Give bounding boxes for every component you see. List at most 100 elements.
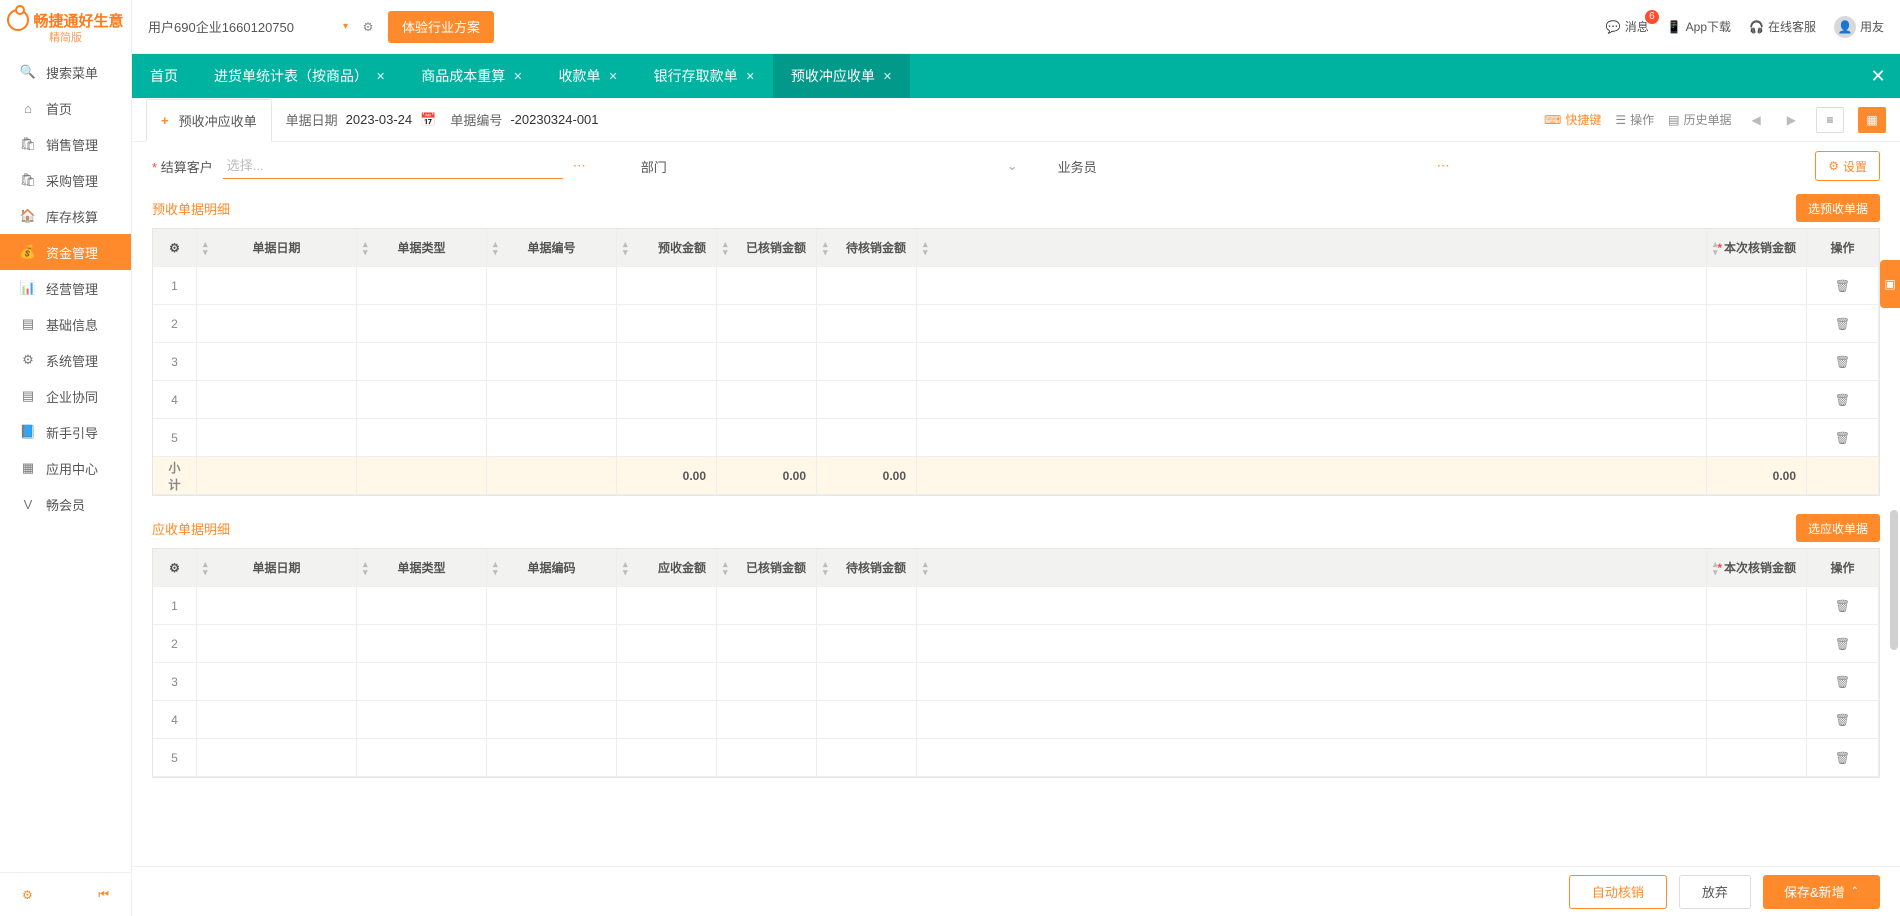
cell[interactable] [357, 739, 487, 777]
cell[interactable] [357, 381, 487, 419]
sidebar-item-1[interactable]: ⌂首页 [0, 90, 131, 126]
col-2[interactable]: ▴▾单据编号 [487, 229, 617, 267]
col-5[interactable]: ▴▾待核销金额 [817, 229, 917, 267]
chevron-down-icon[interactable]: ⌄ [1007, 158, 1018, 174]
cell[interactable] [717, 305, 817, 343]
delete-row-button[interactable]: 🗑 [1807, 739, 1879, 777]
cell[interactable] [617, 381, 717, 419]
col-7[interactable]: ▴▾*本次核销金额 [1707, 549, 1807, 587]
cell[interactable] [197, 381, 357, 419]
cell[interactable] [487, 587, 617, 625]
tab-2[interactable]: 商品成本重算✕ [403, 54, 540, 98]
cell[interactable] [917, 305, 1707, 343]
col-0[interactable]: ▴▾单据日期 [197, 549, 357, 587]
delete-row-button[interactable]: 🗑 [1807, 701, 1879, 739]
cell[interactable] [197, 587, 357, 625]
cell[interactable] [197, 343, 357, 381]
tenant-select[interactable]: 用户690企业1660120750 ▾ [148, 12, 348, 42]
discard-button[interactable]: 放弃 [1679, 875, 1751, 909]
cell[interactable] [817, 381, 917, 419]
cell[interactable] [487, 305, 617, 343]
cell[interactable] [617, 267, 717, 305]
cell[interactable] [817, 701, 917, 739]
close-icon[interactable]: ✕ [376, 70, 385, 83]
app-download-button[interactable]: 📱 App下载 [1667, 18, 1731, 35]
detail-view-button[interactable]: ▦ [1858, 107, 1886, 133]
sidebar-item-2[interactable]: 🛍销售管理 [0, 126, 131, 162]
cell[interactable] [357, 305, 487, 343]
delete-row-button[interactable]: 🗑 [1807, 663, 1879, 701]
cell[interactable] [917, 381, 1707, 419]
col-1[interactable]: ▴▾单据类型 [357, 549, 487, 587]
messages-button[interactable]: 💬 消息 6 [1606, 18, 1649, 35]
tab-3[interactable]: 收款单✕ [540, 54, 635, 98]
cell[interactable] [717, 419, 817, 457]
cell[interactable] [357, 701, 487, 739]
cell[interactable] [617, 419, 717, 457]
save-new-button[interactable]: 保存&新增 ⌃ [1763, 875, 1880, 909]
cell[interactable] [717, 587, 817, 625]
cell[interactable] [487, 701, 617, 739]
cell[interactable] [817, 587, 917, 625]
cell[interactable] [817, 305, 917, 343]
tab-4[interactable]: 银行存取款单✕ [636, 54, 773, 98]
delete-row-button[interactable]: 🗑 [1807, 305, 1879, 343]
cell[interactable] [1707, 381, 1807, 419]
cell[interactable] [617, 305, 717, 343]
select-receivable-button[interactable]: 选应收单据 [1796, 514, 1880, 542]
cell[interactable] [717, 701, 817, 739]
cell[interactable] [1707, 625, 1807, 663]
salesman-input[interactable] [1107, 153, 1427, 179]
sidebar-item-10[interactable]: 📘新手引导 [0, 414, 131, 450]
sidebar-item-6[interactable]: 📊经营管理 [0, 270, 131, 306]
cell[interactable] [917, 419, 1707, 457]
cell[interactable] [717, 381, 817, 419]
cell[interactable] [197, 625, 357, 663]
sidebar-item-5[interactable]: 💰资金管理 [0, 234, 131, 270]
cell[interactable] [817, 663, 917, 701]
sidebar-item-3[interactable]: 🛍采购管理 [0, 162, 131, 198]
tab-1[interactable]: 进货单统计表（按商品）✕ [196, 54, 403, 98]
collapse-icon[interactable]: ⏮ [98, 887, 109, 902]
cell[interactable] [817, 343, 917, 381]
cell[interactable] [917, 739, 1707, 777]
sidebar-item-8[interactable]: ⚙系统管理 [0, 342, 131, 378]
cell[interactable] [617, 587, 717, 625]
cell[interactable] [487, 419, 617, 457]
next-doc-button[interactable]: ▶ [1781, 113, 1802, 127]
cell[interactable] [357, 625, 487, 663]
auto-verify-button[interactable]: 自动核销 [1569, 875, 1667, 909]
cell[interactable] [817, 419, 917, 457]
cell[interactable] [197, 419, 357, 457]
close-all-tabs[interactable]: ✕ [1856, 54, 1900, 98]
col-7[interactable]: ▴▾*本次核销金额 [1707, 229, 1807, 267]
sidebar-item-11[interactable]: ▦应用中心 [0, 450, 131, 486]
col-4[interactable]: ▴▾已核销金额 [717, 549, 817, 587]
tab-0[interactable]: 首页 [132, 54, 196, 98]
customer-more-icon[interactable]: ⋯ [573, 158, 587, 174]
cell[interactable] [357, 419, 487, 457]
col-0[interactable]: ▴▾单据日期 [197, 229, 357, 267]
dept-input[interactable] [677, 153, 997, 179]
cell[interactable] [487, 625, 617, 663]
cell[interactable] [817, 625, 917, 663]
select-prepay-button[interactable]: 选预收单据 [1796, 194, 1880, 222]
cell[interactable] [357, 343, 487, 381]
close-icon[interactable]: ✕ [746, 70, 755, 83]
close-icon[interactable]: ✕ [608, 70, 617, 83]
cell[interactable] [617, 739, 717, 777]
operate-button[interactable]: ☰操作 [1615, 111, 1654, 128]
cell[interactable] [717, 267, 817, 305]
settings-icon[interactable]: ⚙ [22, 888, 33, 902]
close-icon[interactable]: ✕ [883, 70, 892, 83]
cell[interactable] [717, 343, 817, 381]
cell[interactable] [617, 701, 717, 739]
list-view-button[interactable]: ≡ [1816, 107, 1844, 133]
col-3[interactable]: ▴▾预收金额 [617, 229, 717, 267]
prev-doc-button[interactable]: ◀ [1746, 113, 1767, 127]
cell[interactable] [487, 343, 617, 381]
col-1[interactable]: ▴▾单据类型 [357, 229, 487, 267]
customer-input[interactable] [223, 153, 563, 179]
tenant-settings-icon[interactable]: ⚙ [358, 20, 378, 34]
col-6[interactable]: ▴▾ [917, 229, 1707, 267]
